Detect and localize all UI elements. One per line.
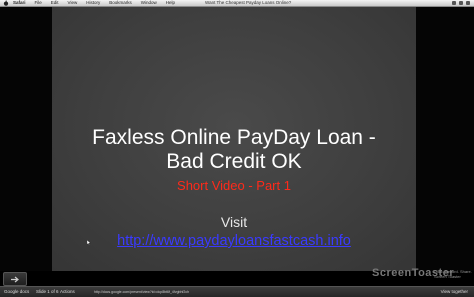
menu-bookmarks[interactable]: Bookmarks <box>109 0 132 6</box>
slide-title-line1: Faxless Online PayDay Loan - <box>92 126 376 149</box>
menu-help[interactable]: Help <box>166 0 175 6</box>
mouse-cursor-icon <box>87 240 91 245</box>
screentoaster-watermark: ScreenToaster Click. Record. Share. Scre… <box>372 267 472 285</box>
play-button[interactable] <box>3 272 27 286</box>
menu-edit[interactable]: Edit <box>51 0 59 6</box>
arrow-right-icon <box>11 276 19 282</box>
watermark-tagline: Click. Record. Share. Screen Toaster <box>434 269 472 279</box>
menu-history[interactable]: History <box>86 0 100 6</box>
menu-safari[interactable]: Safari <box>13 0 26 6</box>
presentation-toolbar: Google docs Slide 1 of 6 Actions http://… <box>0 286 474 297</box>
wifi-icon[interactable] <box>452 1 456 5</box>
slide-title-line2: Bad Credit OK <box>166 150 302 173</box>
window-title: Want The Cheapest Payday Loans Online? <box>205 0 292 5</box>
right-margin <box>416 7 474 271</box>
apple-icon[interactable] <box>3 0 9 6</box>
website-link[interactable]: http://www.paydayloansfastcash.info <box>52 232 416 250</box>
menu-view[interactable]: View <box>68 0 78 6</box>
menu-window[interactable]: Window <box>141 0 157 6</box>
presentation-slide: Faxless Online PayDay Loan - Bad Credit … <box>52 7 416 271</box>
spotlight-icon[interactable] <box>466 1 470 5</box>
slide-subtitle: Short Video - Part 1 <box>177 178 291 193</box>
menu-bar: Safari File Edit View History Bookmarks … <box>0 0 474 7</box>
left-margin <box>0 7 52 271</box>
volume-icon[interactable] <box>459 1 463 5</box>
watermark-tagline-2: Screen Toaster <box>434 273 461 279</box>
menu-file[interactable]: File <box>35 0 42 6</box>
status-icons <box>452 1 470 5</box>
visit-label: Visit <box>220 214 248 230</box>
